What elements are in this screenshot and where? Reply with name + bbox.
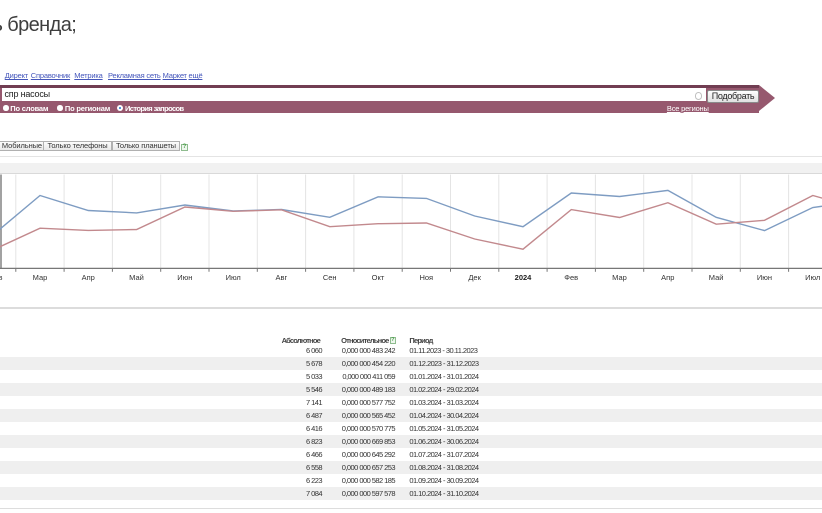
svg-text:Июл: Июл: [805, 273, 820, 282]
svg-text:Дек: Дек: [468, 273, 481, 282]
svg-text:Окт: Окт: [372, 273, 385, 282]
svg-text:Фев: Фев: [0, 273, 2, 282]
svg-text:Июл: Июл: [226, 273, 241, 282]
svg-text:Май: Май: [709, 273, 724, 282]
svg-text:Апр: Апр: [661, 273, 674, 282]
svg-text:2024: 2024: [515, 273, 533, 282]
svg-text:Май: Май: [129, 273, 144, 282]
svg-text:Июн: Июн: [177, 273, 192, 282]
svg-text:Авг: Авг: [276, 273, 288, 282]
svg-text:Фев: Фев: [564, 273, 578, 282]
svg-text:Ноя: Ноя: [419, 273, 433, 282]
svg-text:Мар: Мар: [33, 273, 48, 282]
svg-text:Сен: Сен: [323, 273, 337, 282]
svg-text:Апр: Апр: [82, 273, 95, 282]
svg-text:Мар: Мар: [612, 273, 627, 282]
svg-text:Июн: Июн: [757, 273, 772, 282]
